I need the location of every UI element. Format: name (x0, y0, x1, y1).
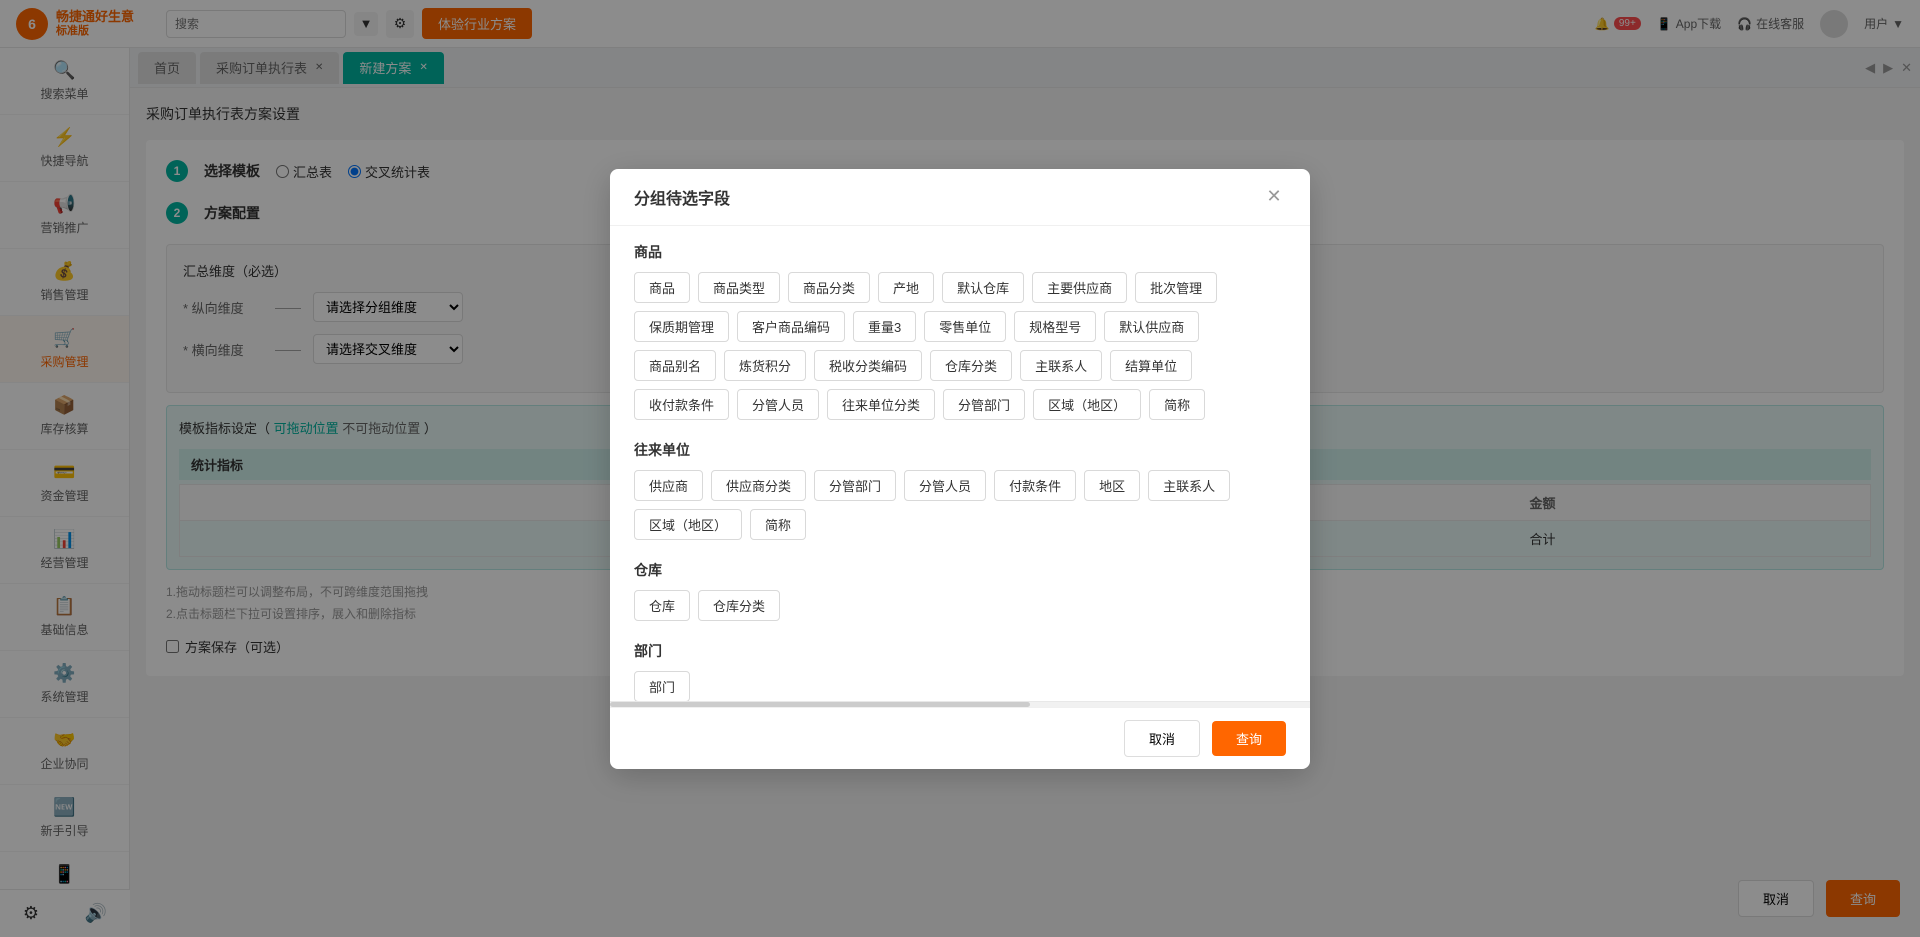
field-tag[interactable]: 商品别名 (634, 350, 716, 381)
modal-hscroll-thumb (610, 702, 1030, 706)
field-tag[interactable]: 收付款条件 (634, 389, 729, 420)
warehouse-field-tags: 仓库 仓库分类 (634, 590, 1286, 621)
field-selection-modal: 分组待选字段 ✕ 商品 商品 商品类型 商品分类 产地 默认仓库 主要供应商 批… (610, 169, 1310, 769)
field-tag[interactable]: 商品分类 (788, 272, 870, 303)
field-tag[interactable]: 商品类型 (698, 272, 780, 303)
field-tag[interactable]: 税收分类编码 (814, 350, 922, 381)
field-tag[interactable]: 分管部门 (814, 470, 896, 501)
field-tag[interactable]: 零售单位 (924, 311, 1006, 342)
section-department: 部门 部门 (634, 641, 1286, 702)
field-tag[interactable]: 产地 (878, 272, 934, 303)
field-tag[interactable]: 保质期管理 (634, 311, 729, 342)
section-department-title: 部门 (634, 641, 1286, 661)
field-tag[interactable]: 仓库分类 (930, 350, 1012, 381)
field-tag[interactable]: 默认仓库 (942, 272, 1024, 303)
field-tag[interactable]: 结算单位 (1110, 350, 1192, 381)
modal-title: 分组待选字段 (634, 185, 730, 209)
field-tag[interactable]: 地区 (1084, 470, 1140, 501)
field-tag[interactable]: 主要供应商 (1032, 272, 1127, 303)
section-warehouse: 仓库 仓库 仓库分类 (634, 560, 1286, 621)
section-partner: 往来单位 供应商 供应商分类 分管部门 分管人员 付款条件 地区 主联系人 区域… (634, 440, 1286, 540)
field-tag[interactable]: 区域（地区） (1033, 389, 1141, 420)
section-goods-title: 商品 (634, 242, 1286, 262)
department-field-tags: 部门 (634, 671, 1286, 702)
field-tag[interactable]: 分管人员 (737, 389, 819, 420)
field-tag[interactable]: 供应商 (634, 470, 703, 501)
modal-cancel-button[interactable]: 取消 (1124, 720, 1200, 757)
field-tag[interactable]: 客户商品编码 (737, 311, 845, 342)
field-tag[interactable]: 分管部门 (943, 389, 1025, 420)
modal-header: 分组待选字段 ✕ (610, 169, 1310, 226)
modal-confirm-button[interactable]: 查询 (1212, 721, 1286, 756)
field-tag[interactable]: 简称 (750, 509, 806, 540)
field-tag[interactable]: 重量3 (853, 311, 916, 342)
field-tag[interactable]: 批次管理 (1135, 272, 1217, 303)
section-warehouse-title: 仓库 (634, 560, 1286, 580)
field-tag[interactable]: 仓库 (634, 590, 690, 621)
section-goods: 商品 商品 商品类型 商品分类 产地 默认仓库 主要供应商 批次管理 保质期管理… (634, 242, 1286, 420)
modal-horizontal-scrollbar[interactable] (610, 701, 1310, 706)
field-tag[interactable]: 往来单位分类 (827, 389, 935, 420)
partner-field-tags: 供应商 供应商分类 分管部门 分管人员 付款条件 地区 主联系人 区域（地区） … (634, 470, 1286, 540)
field-tag[interactable]: 主联系人 (1020, 350, 1102, 381)
field-tag[interactable]: 仓库分类 (698, 590, 780, 621)
field-tag[interactable]: 商品 (634, 272, 690, 303)
goods-field-tags: 商品 商品类型 商品分类 产地 默认仓库 主要供应商 批次管理 保质期管理 客户… (634, 272, 1286, 420)
field-tag[interactable]: 部门 (634, 671, 690, 702)
field-tag[interactable]: 炼货积分 (724, 350, 806, 381)
field-tag[interactable]: 主联系人 (1148, 470, 1230, 501)
field-tag[interactable]: 付款条件 (994, 470, 1076, 501)
field-tag[interactable]: 默认供应商 (1104, 311, 1199, 342)
field-tag[interactable]: 分管人员 (904, 470, 986, 501)
modal-close-button[interactable]: ✕ (1262, 185, 1286, 209)
field-tag[interactable]: 区域（地区） (634, 509, 742, 540)
field-tag[interactable]: 简称 (1149, 389, 1205, 420)
modal-overlay: 分组待选字段 ✕ 商品 商品 商品类型 商品分类 产地 默认仓库 主要供应商 批… (0, 0, 1920, 937)
modal-footer: 取消 查询 (610, 707, 1310, 769)
modal-body: 商品 商品 商品类型 商品分类 产地 默认仓库 主要供应商 批次管理 保质期管理… (610, 226, 1310, 702)
field-tag[interactable]: 供应商分类 (711, 470, 806, 501)
field-tag[interactable]: 规格型号 (1014, 311, 1096, 342)
section-partner-title: 往来单位 (634, 440, 1286, 460)
